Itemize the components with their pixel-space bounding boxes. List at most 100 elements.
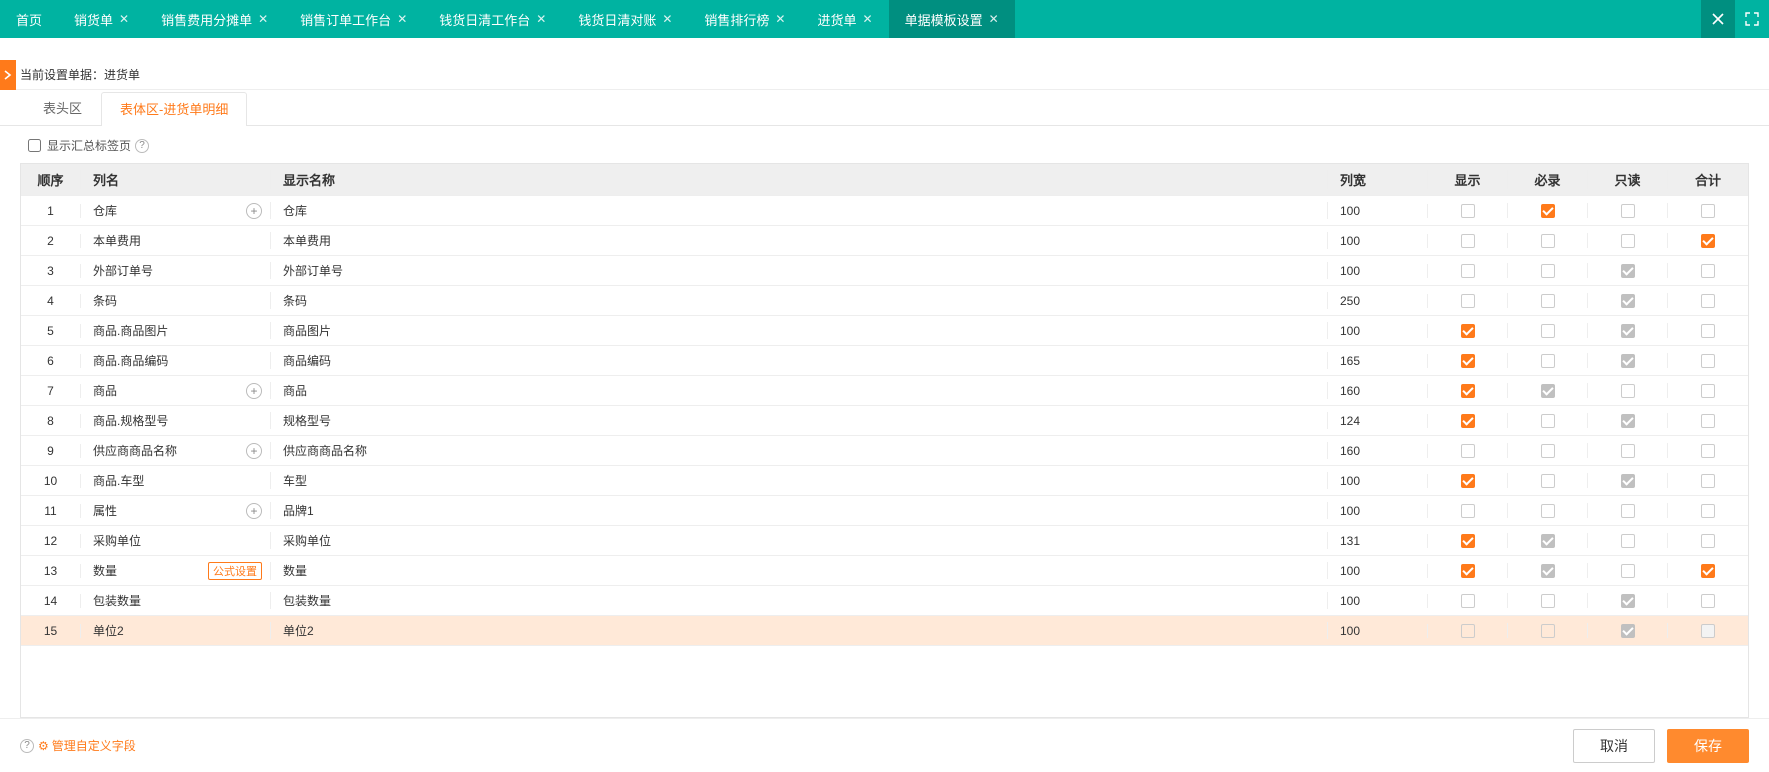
checkbox[interactable]: [1621, 414, 1635, 428]
checkbox[interactable]: [1701, 594, 1715, 608]
close-all-tabs-button[interactable]: [1701, 0, 1735, 38]
cell-display-name[interactable]: 商品: [271, 382, 1328, 399]
cell-display-name[interactable]: 商品编码: [271, 352, 1328, 369]
cell-width[interactable]: 131: [1328, 534, 1428, 548]
tab-close-icon[interactable]: ✕: [863, 12, 873, 26]
checkbox[interactable]: [1701, 414, 1715, 428]
cell-width[interactable]: 100: [1328, 264, 1428, 278]
tab-close-icon[interactable]: ✕: [258, 12, 268, 26]
tab-close-icon[interactable]: ✕: [536, 12, 546, 26]
checkbox[interactable]: [1701, 354, 1715, 368]
cancel-button[interactable]: 取消: [1573, 729, 1655, 763]
app-tab[interactable]: 钱货日清工作台✕: [423, 0, 562, 38]
checkbox[interactable]: [1621, 294, 1635, 308]
fullscreen-button[interactable]: [1735, 0, 1769, 38]
cell-display-name[interactable]: 规格型号: [271, 412, 1328, 429]
checkbox[interactable]: [1541, 474, 1555, 488]
cell-width[interactable]: 160: [1328, 384, 1428, 398]
checkbox[interactable]: [1701, 264, 1715, 278]
cell-width[interactable]: 100: [1328, 564, 1428, 578]
cell-display-name[interactable]: 条码: [271, 292, 1328, 309]
table-row[interactable]: 8商品.规格型号规格型号124: [21, 406, 1748, 436]
table-row[interactable]: 4条码条码250: [21, 286, 1748, 316]
checkbox[interactable]: [1541, 504, 1555, 518]
table-row[interactable]: 2本单费用本单费用100: [21, 226, 1748, 256]
tab-close-icon[interactable]: ✕: [119, 12, 129, 26]
checkbox[interactable]: [1701, 504, 1715, 518]
checkbox[interactable]: [1701, 204, 1715, 218]
tab-body-area[interactable]: 表体区-进货单明细: [101, 92, 247, 126]
show-summary-checkbox[interactable]: [28, 139, 41, 152]
checkbox[interactable]: [1541, 234, 1555, 248]
checkbox[interactable]: [1461, 414, 1475, 428]
checkbox[interactable]: [1541, 354, 1555, 368]
cell-display-name[interactable]: 本单费用: [271, 232, 1328, 249]
checkbox[interactable]: [1541, 594, 1555, 608]
app-tab[interactable]: 首页: [0, 0, 58, 38]
table-row[interactable]: 6商品.商品编码商品编码165: [21, 346, 1748, 376]
checkbox[interactable]: [1461, 324, 1475, 338]
checkbox[interactable]: [1621, 564, 1635, 578]
checkbox[interactable]: [1541, 324, 1555, 338]
cell-display-name[interactable]: 商品图片: [271, 322, 1328, 339]
checkbox[interactable]: [1461, 354, 1475, 368]
checkbox[interactable]: [1541, 534, 1555, 548]
checkbox[interactable]: [1621, 594, 1635, 608]
checkbox[interactable]: [1621, 234, 1635, 248]
checkbox[interactable]: [1621, 474, 1635, 488]
checkbox[interactable]: [1541, 624, 1555, 638]
app-tab[interactable]: 销售排行榜✕: [688, 0, 801, 38]
checkbox[interactable]: [1461, 534, 1475, 548]
tab-close-icon[interactable]: ✕: [775, 12, 785, 26]
table-row[interactable]: 15单位2单位2100: [21, 616, 1748, 646]
expand-handle[interactable]: [0, 60, 16, 90]
checkbox[interactable]: [1461, 204, 1475, 218]
checkbox[interactable]: [1461, 384, 1475, 398]
checkbox[interactable]: [1541, 204, 1555, 218]
cell-width[interactable]: 160: [1328, 444, 1428, 458]
checkbox[interactable]: [1461, 624, 1475, 638]
table-row[interactable]: 12采购单位采购单位131: [21, 526, 1748, 556]
table-row[interactable]: 11属性+品牌1100: [21, 496, 1748, 526]
cell-width[interactable]: 165: [1328, 354, 1428, 368]
cell-width[interactable]: 100: [1328, 234, 1428, 248]
checkbox[interactable]: [1701, 294, 1715, 308]
manage-custom-fields-link[interactable]: ? ⚙ 管理自定义字段: [20, 737, 136, 754]
table-row[interactable]: 5商品.商品图片商品图片100: [21, 316, 1748, 346]
cell-width[interactable]: 100: [1328, 204, 1428, 218]
cell-width[interactable]: 250: [1328, 294, 1428, 308]
checkbox[interactable]: [1701, 534, 1715, 548]
add-icon[interactable]: +: [246, 383, 262, 399]
checkbox[interactable]: [1701, 324, 1715, 338]
cell-width[interactable]: 124: [1328, 414, 1428, 428]
app-tab[interactable]: 钱货日清对账✕: [562, 0, 688, 38]
checkbox[interactable]: [1621, 354, 1635, 368]
checkbox[interactable]: [1621, 384, 1635, 398]
cell-display-name[interactable]: 数量: [271, 562, 1328, 579]
checkbox[interactable]: [1621, 324, 1635, 338]
checkbox[interactable]: [1701, 444, 1715, 458]
table-row[interactable]: 1仓库+仓库100: [21, 196, 1748, 226]
add-icon[interactable]: +: [246, 503, 262, 519]
checkbox[interactable]: [1461, 294, 1475, 308]
app-tab[interactable]: 销货单✕: [58, 0, 145, 38]
add-icon[interactable]: +: [246, 203, 262, 219]
cell-width[interactable]: 100: [1328, 594, 1428, 608]
table-row[interactable]: 9供应商商品名称+供应商商品名称160: [21, 436, 1748, 466]
cell-display-name[interactable]: 品牌1: [271, 502, 1328, 519]
tab-header-area[interactable]: 表头区: [24, 91, 101, 125]
checkbox[interactable]: [1701, 234, 1715, 248]
checkbox[interactable]: [1461, 504, 1475, 518]
checkbox[interactable]: [1541, 564, 1555, 578]
checkbox[interactable]: [1701, 384, 1715, 398]
checkbox[interactable]: [1621, 534, 1635, 548]
cell-display-name[interactable]: 供应商商品名称: [271, 442, 1328, 459]
app-tab[interactable]: 单据模板设置✕: [889, 0, 1015, 38]
cell-width[interactable]: 100: [1328, 504, 1428, 518]
cell-width[interactable]: 100: [1328, 624, 1428, 638]
cell-display-name[interactable]: 外部订单号: [271, 262, 1328, 279]
formula-settings-button[interactable]: 公式设置: [208, 562, 262, 580]
checkbox[interactable]: [1621, 204, 1635, 218]
checkbox[interactable]: [1541, 294, 1555, 308]
table-row[interactable]: 10商品.车型车型100: [21, 466, 1748, 496]
